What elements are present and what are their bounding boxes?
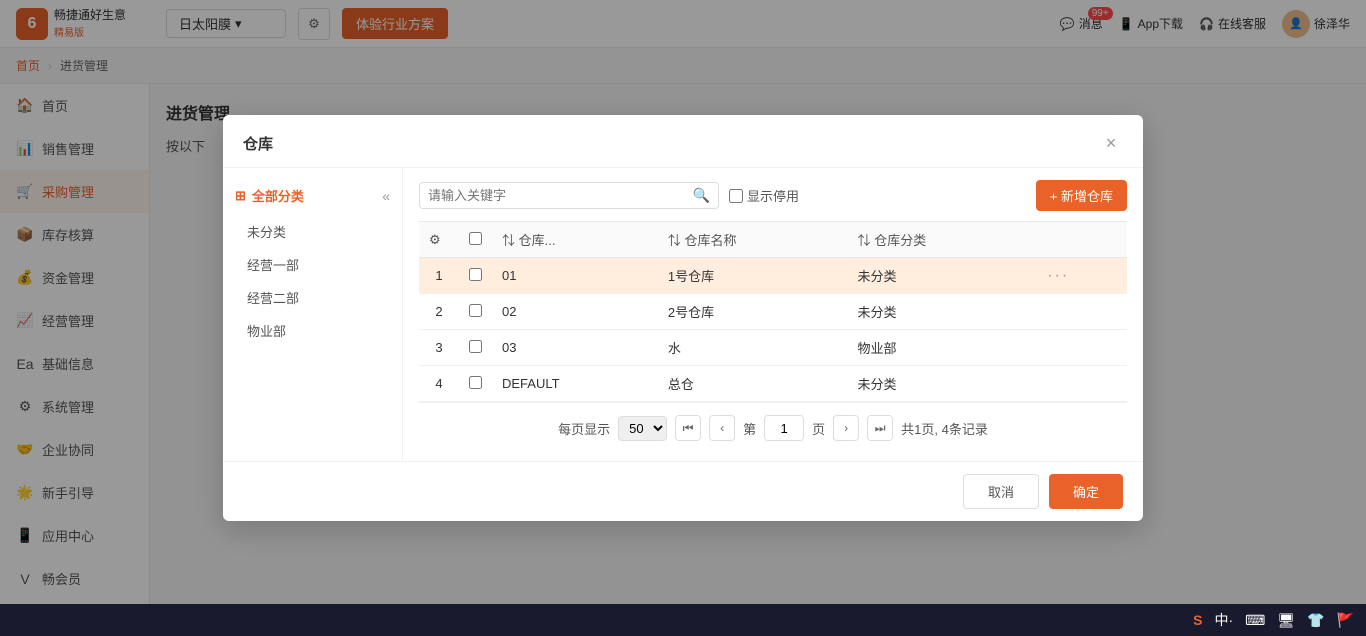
- warehouse-table: ⚙ ⇅ 仓库... ⇅: [419, 221, 1127, 402]
- row-name: 1号仓库: [658, 258, 848, 294]
- table-toolbar: 🔍 显示停用 + 新增仓库: [419, 180, 1127, 211]
- per-page-label: 每页显示: [558, 419, 610, 438]
- row-num: 1: [419, 258, 459, 294]
- page-last-button[interactable]: ⏭: [867, 415, 893, 441]
- show-disabled-checkbox[interactable]: [729, 189, 743, 203]
- row-num: 2: [419, 294, 459, 330]
- table-row[interactable]: 2 02 2号仓库 未分类: [419, 294, 1127, 330]
- row-checkbox[interactable]: [459, 294, 492, 330]
- keyboard-icon[interactable]: ⌨: [1245, 612, 1265, 629]
- table-body: 1 01 1号仓库 未分类 ··· 2 02 2: [419, 258, 1127, 402]
- grid-icon: ⊞: [235, 188, 246, 204]
- add-warehouse-button[interactable]: + 新增仓库: [1036, 180, 1127, 211]
- col-select-all[interactable]: [459, 222, 492, 258]
- category-tree-panel: ⊞ 全部分类 « 未分类 经营一部 经营二部 物业部: [223, 168, 403, 461]
- screen-icon[interactable]: 🖥: [1277, 612, 1295, 629]
- confirm-button[interactable]: 确定: [1049, 474, 1123, 509]
- row-category: 物业部: [848, 330, 1038, 366]
- settings-icon: ⚙: [429, 232, 441, 247]
- tree-item-unclassified[interactable]: 未分类: [223, 215, 402, 248]
- row-category: 未分类: [848, 258, 1038, 294]
- col-category-header[interactable]: ⇅ 仓库分类: [848, 222, 1038, 258]
- tree-root[interactable]: ⊞ 全部分类: [235, 186, 304, 205]
- page-input[interactable]: [764, 415, 804, 441]
- page-suffix: 页: [812, 419, 825, 438]
- modal-footer: 取消 确定: [223, 461, 1143, 521]
- tree-header: ⊞ 全部分类 «: [223, 180, 402, 215]
- table-row[interactable]: 3 03 水 物业部: [419, 330, 1127, 366]
- row-code: 01: [492, 258, 658, 294]
- page-label: 第: [743, 419, 756, 438]
- row-code: 03: [492, 330, 658, 366]
- cancel-button[interactable]: 取消: [963, 474, 1039, 509]
- search-icon[interactable]: 🔍: [693, 187, 710, 204]
- page-prev-button[interactable]: ‹: [709, 415, 735, 441]
- row-checkbox[interactable]: [459, 330, 492, 366]
- modal-title: 仓库: [243, 133, 273, 154]
- row-code: DEFAULT: [492, 366, 658, 402]
- actions-menu[interactable]: ···: [1047, 267, 1069, 284]
- page-next-button[interactable]: ›: [833, 415, 859, 441]
- row-actions[interactable]: ···: [1037, 258, 1127, 294]
- row-actions[interactable]: [1037, 366, 1127, 402]
- row-checkbox[interactable]: [459, 258, 492, 294]
- row-num: 4: [419, 366, 459, 402]
- modal-overlay: 仓库 × ⊞ 全部分类 « 未分类 经营一部 经营二部 物业部: [0, 0, 1366, 636]
- col-actions-header: [1037, 222, 1127, 258]
- col-name-header[interactable]: ⇅ 仓库名称: [658, 222, 848, 258]
- s-logo: S: [1193, 612, 1202, 628]
- row-name: 水: [658, 330, 848, 366]
- row-actions[interactable]: [1037, 294, 1127, 330]
- table-container: ⚙ ⇅ 仓库... ⇅: [419, 221, 1127, 402]
- modal-close-button[interactable]: ×: [1099, 131, 1123, 155]
- modal-header: 仓库 ×: [223, 115, 1143, 168]
- select-all-checkbox[interactable]: [469, 232, 482, 245]
- tree-collapse-button[interactable]: «: [382, 188, 390, 204]
- sort-icon: ⇅: [668, 233, 681, 248]
- table-row[interactable]: 4 DEFAULT 总仓 未分类: [419, 366, 1127, 402]
- total-info: 共1页, 4条记录: [901, 419, 988, 438]
- table-row[interactable]: 1 01 1号仓库 未分类 ···: [419, 258, 1127, 294]
- shirt-icon[interactable]: 👕: [1307, 612, 1324, 629]
- warehouse-modal: 仓库 × ⊞ 全部分类 « 未分类 经营一部 经营二部 物业部: [223, 115, 1143, 521]
- row-actions[interactable]: [1037, 330, 1127, 366]
- row-category: 未分类: [848, 366, 1038, 402]
- tree-item-ops1[interactable]: 经营一部: [223, 248, 402, 281]
- row-category: 未分类: [848, 294, 1038, 330]
- row-code: 02: [492, 294, 658, 330]
- table-head: ⚙ ⇅ 仓库... ⇅: [419, 222, 1127, 258]
- col-code-header[interactable]: ⇅ 仓库...: [492, 222, 658, 258]
- row-checkbox[interactable]: [459, 366, 492, 402]
- pagination: 每页显示 50 ⏮ ‹ 第 页 › ⏭ 共1页, 4条记录: [419, 402, 1127, 449]
- flag-icon[interactable]: 🚩: [1337, 612, 1354, 629]
- search-input[interactable]: [428, 188, 687, 203]
- row-name: 2号仓库: [658, 294, 848, 330]
- show-disabled-toggle[interactable]: 显示停用: [729, 186, 799, 205]
- sort-icon: ⇅: [858, 233, 871, 248]
- row-num: 3: [419, 330, 459, 366]
- tree-item-property[interactable]: 物业部: [223, 314, 402, 347]
- tree-item-ops2[interactable]: 经营二部: [223, 281, 402, 314]
- chinese-input-icon[interactable]: 中·: [1214, 610, 1233, 630]
- bottom-bar: S 中· ⌨ 🖥 👕 🚩: [0, 604, 1366, 636]
- row-name: 总仓: [658, 366, 848, 402]
- per-page-select[interactable]: 50: [618, 416, 667, 441]
- table-panel: 🔍 显示停用 + 新增仓库 ⚙: [403, 168, 1143, 461]
- col-settings: ⚙: [419, 222, 459, 258]
- modal-body: ⊞ 全部分类 « 未分类 经营一部 经营二部 物业部 🔍: [223, 168, 1143, 461]
- page-first-button[interactable]: ⏮: [675, 415, 701, 441]
- sort-icon: ⇅: [502, 233, 515, 248]
- search-box: 🔍: [419, 182, 719, 209]
